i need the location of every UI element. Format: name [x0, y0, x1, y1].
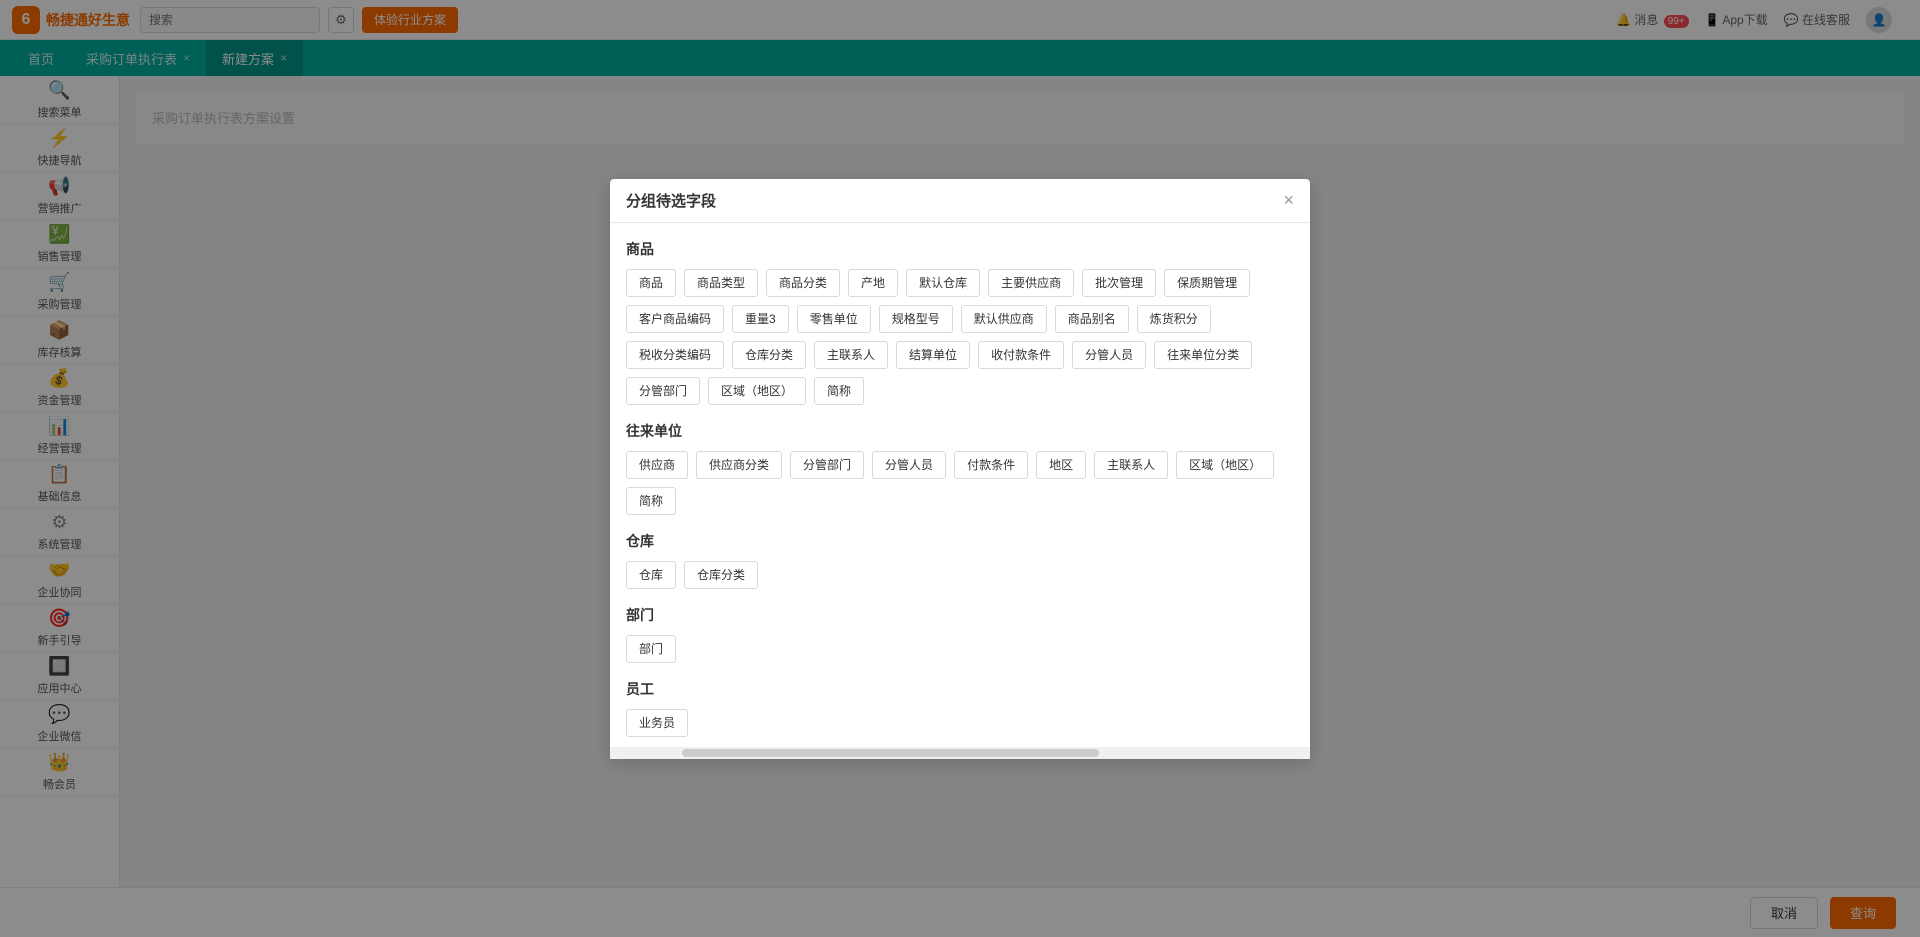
field-tag[interactable]: 主联系人	[814, 341, 888, 369]
field-tag[interactable]: 主联系人	[1094, 451, 1168, 479]
field-tag[interactable]: 客户商品编码	[626, 305, 724, 333]
field-tag[interactable]: 零售单位	[797, 305, 871, 333]
field-tag[interactable]: 分管人员	[1072, 341, 1146, 369]
field-tag[interactable]: 规格型号	[879, 305, 953, 333]
field-tag[interactable]: 默认供应商	[961, 305, 1047, 333]
modal-body[interactable]: 商品商品商品类型商品分类产地默认仓库主要供应商批次管理保质期管理客户商品编码重量…	[610, 223, 1310, 747]
modal-overlay: 分组待选字段 × 商品商品商品类型商品分类产地默认仓库主要供应商批次管理保质期管…	[0, 0, 1920, 937]
field-tag[interactable]: 仓库	[626, 561, 676, 589]
field-tag[interactable]: 简称	[626, 487, 676, 515]
field-tag[interactable]: 收付款条件	[978, 341, 1064, 369]
field-select-modal: 分组待选字段 × 商品商品商品类型商品分类产地默认仓库主要供应商批次管理保质期管…	[610, 179, 1310, 759]
field-tag[interactable]: 供应商	[626, 451, 688, 479]
field-tag[interactable]: 商品类型	[684, 269, 758, 297]
field-tag[interactable]: 重量3	[732, 305, 789, 333]
field-tag[interactable]: 地区	[1036, 451, 1086, 479]
field-tags-department: 部门	[626, 635, 1294, 663]
field-tag[interactable]: 往来单位分类	[1154, 341, 1252, 369]
field-tag[interactable]: 部门	[626, 635, 676, 663]
section-title-partner: 往来单位	[626, 421, 1294, 441]
field-tag[interactable]: 商品分类	[766, 269, 840, 297]
field-tag[interactable]: 分管人员	[872, 451, 946, 479]
field-tag[interactable]: 主要供应商	[988, 269, 1074, 297]
modal-horizontal-scrollbar[interactable]	[610, 747, 1310, 759]
section-employee: 员工业务员	[626, 679, 1294, 737]
field-tag[interactable]: 仓库分类	[684, 561, 758, 589]
section-title-employee: 员工	[626, 679, 1294, 699]
field-tag[interactable]: 炼货积分	[1137, 305, 1211, 333]
field-tag[interactable]: 区域（地区）	[708, 377, 806, 405]
modal-close-button[interactable]: ×	[1283, 190, 1294, 211]
field-tag[interactable]: 批次管理	[1082, 269, 1156, 297]
field-tag[interactable]: 商品	[626, 269, 676, 297]
section-department: 部门部门	[626, 605, 1294, 663]
section-partner: 往来单位供应商供应商分类分管部门分管人员付款条件地区主联系人区域（地区） 简称	[626, 421, 1294, 515]
modal-title: 分组待选字段	[626, 190, 716, 211]
field-tags-warehouse: 仓库仓库分类	[626, 561, 1294, 589]
field-tag[interactable]: 税收分类编码	[626, 341, 724, 369]
field-tag[interactable]: 业务员	[626, 709, 688, 737]
section-title-goods: 商品	[626, 239, 1294, 259]
field-tag[interactable]: 默认仓库	[906, 269, 980, 297]
section-warehouse: 仓库仓库仓库分类	[626, 531, 1294, 589]
field-tag[interactable]: 供应商分类	[696, 451, 782, 479]
section-title-department: 部门	[626, 605, 1294, 625]
modal-header: 分组待选字段 ×	[610, 179, 1310, 223]
field-tag[interactable]: 简称	[814, 377, 864, 405]
scrollbar-thumb	[682, 749, 1100, 757]
section-title-warehouse: 仓库	[626, 531, 1294, 551]
field-tag[interactable]: 保质期管理	[1164, 269, 1250, 297]
section-goods: 商品商品商品类型商品分类产地默认仓库主要供应商批次管理保质期管理客户商品编码重量…	[626, 239, 1294, 405]
field-tag[interactable]: 付款条件	[954, 451, 1028, 479]
field-tag[interactable]: 结算单位	[896, 341, 970, 369]
field-tag[interactable]: 产地	[848, 269, 898, 297]
field-tag[interactable]: 仓库分类	[732, 341, 806, 369]
field-tag[interactable]: 分管部门	[790, 451, 864, 479]
field-tag[interactable]: 分管部门	[626, 377, 700, 405]
field-tags-partner: 供应商供应商分类分管部门分管人员付款条件地区主联系人区域（地区） 简称	[626, 451, 1294, 515]
field-tag[interactable]: 商品别名	[1055, 305, 1129, 333]
field-tag[interactable]: 区域（地区）	[1176, 451, 1274, 479]
field-tags-employee: 业务员	[626, 709, 1294, 737]
field-tags-goods: 商品商品类型商品分类产地默认仓库主要供应商批次管理保质期管理客户商品编码重量3 零…	[626, 269, 1294, 405]
